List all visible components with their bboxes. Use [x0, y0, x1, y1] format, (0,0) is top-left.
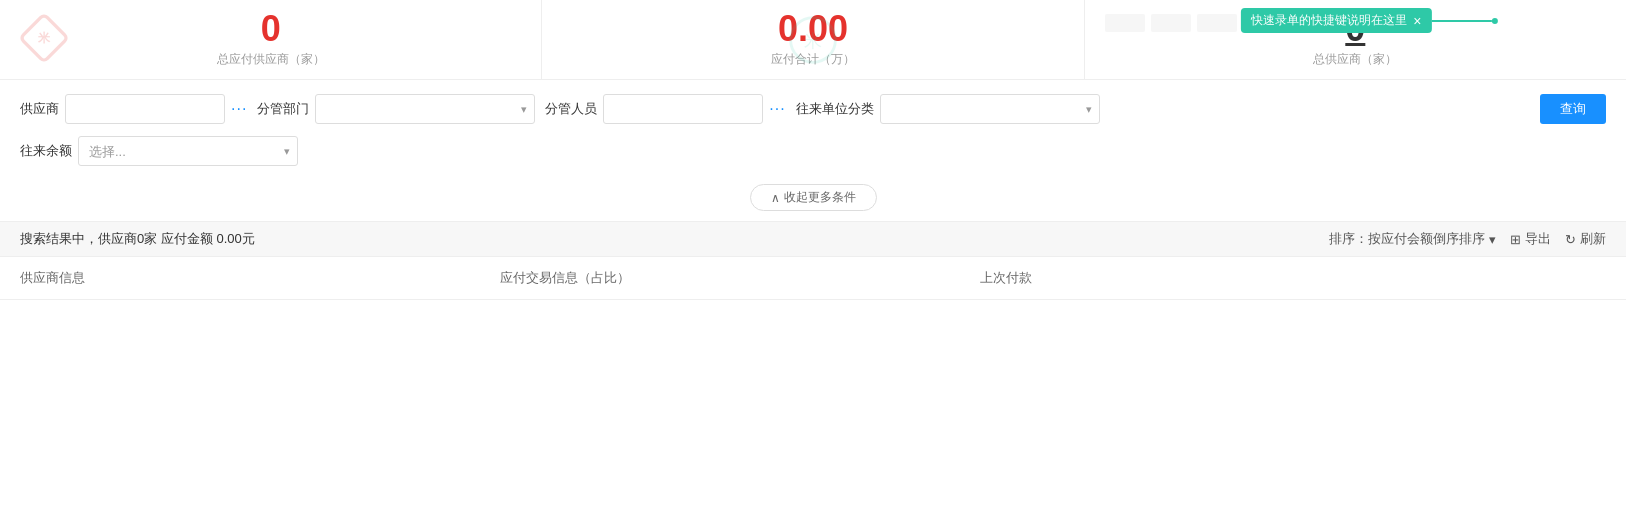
- person-input[interactable]: [603, 94, 763, 124]
- refresh-label: 刷新: [1580, 230, 1606, 248]
- total-payable-vendors-value: 0: [261, 11, 281, 47]
- results-bar: 搜索结果中，供应商0家 应付金额 0.00元 排序：按应付会额倒序排序 ▾ ⊞ …: [0, 222, 1626, 257]
- col-header-last-pay: 上次付款: [980, 269, 1606, 287]
- table-header: 供应商信息 应付交易信息（占比） 上次付款: [0, 257, 1626, 300]
- collapse-button[interactable]: ∧ 收起更多条件: [750, 184, 877, 211]
- results-info: 搜索结果中，供应商0家 应付金额 0.00元: [20, 230, 255, 248]
- stats-bar: 米 0 总应付供应商（家） 米 0.00 应付合计（万） 快速录单的快捷键说明在…: [0, 0, 1626, 80]
- balance-label: 往来余额: [20, 142, 72, 160]
- col-header-supplier: 供应商信息: [20, 269, 500, 287]
- table-body: [0, 300, 1626, 515]
- tooltip-close-btn[interactable]: ×: [1413, 14, 1421, 28]
- unit-class-select-wrapper: ▾: [880, 94, 1100, 124]
- dept-select-wrapper: ▾: [315, 94, 535, 124]
- person-label: 分管人员: [545, 100, 597, 118]
- filter-area: 供应商 ··· 分管部门 ▾ 分管人员 ··· 往来单位分类: [0, 80, 1626, 222]
- balance-field: 往来余额 选择... ▾: [20, 136, 298, 166]
- stat-total-vendors: 快速录单的快捷键说明在这里 × 0 总供应商（家）: [1085, 0, 1626, 79]
- sort-label: 排序：按应付会额倒序排序: [1329, 230, 1485, 248]
- supplier-more-btn[interactable]: ···: [231, 100, 247, 118]
- col-header-payable: 应付交易信息（占比）: [500, 269, 980, 287]
- total-payable-vendors-label: 总应付供应商（家）: [217, 51, 325, 68]
- unit-class-select[interactable]: [880, 94, 1100, 124]
- dept-field: 分管部门 ▾: [257, 94, 535, 124]
- person-field: 分管人员 ···: [545, 94, 785, 124]
- svg-text:米: 米: [37, 31, 51, 45]
- refresh-button[interactable]: ↻ 刷新: [1565, 230, 1606, 248]
- sort-button[interactable]: 排序：按应付会额倒序排序 ▾: [1329, 230, 1496, 248]
- sort-chevron-icon: ▾: [1489, 232, 1496, 247]
- collapse-label: 收起更多条件: [784, 189, 856, 206]
- supplier-field: 供应商 ···: [20, 94, 247, 124]
- svg-text:米: 米: [804, 30, 822, 50]
- refresh-icon: ↻: [1565, 232, 1576, 247]
- dept-label: 分管部门: [257, 100, 309, 118]
- export-icon: ⊞: [1510, 232, 1521, 247]
- export-button[interactable]: ⊞ 导出: [1510, 230, 1551, 248]
- unit-class-label: 往来单位分类: [796, 100, 874, 118]
- tooltip-bubble: 快速录单的快捷键说明在这里 ×: [1241, 8, 1431, 33]
- filter-row-1: 供应商 ··· 分管部门 ▾ 分管人员 ··· 往来单位分类: [20, 94, 1606, 124]
- query-button[interactable]: 查询: [1540, 94, 1606, 124]
- total-vendors-label: 总供应商（家）: [1313, 51, 1397, 68]
- dept-select[interactable]: [315, 94, 535, 124]
- results-actions: 排序：按应付会额倒序排序 ▾ ⊞ 导出 ↻ 刷新: [1329, 230, 1606, 248]
- supplier-label: 供应商: [20, 100, 59, 118]
- balance-select-wrapper: 选择... ▾: [78, 136, 298, 166]
- filter-row-2: 往来余额 选择... ▾: [20, 136, 1606, 166]
- unit-class-field: 往来单位分类 ▾: [796, 94, 1100, 124]
- tooltip-dot: [1489, 16, 1499, 26]
- collapse-up-icon: ∧: [771, 191, 780, 205]
- supplier-input[interactable]: [65, 94, 225, 124]
- stat-payable-total: 米 0.00 应付合计（万）: [542, 0, 1084, 79]
- tooltip-text: 快速录单的快捷键说明在这里: [1251, 12, 1407, 29]
- person-more-btn[interactable]: ···: [769, 100, 785, 118]
- logo-icon: 米: [16, 10, 72, 66]
- collapse-bar: ∧ 收起更多条件: [20, 178, 1606, 221]
- coin-icon: 米: [785, 12, 841, 68]
- stat-total-payable-vendors: 米 0 总应付供应商（家）: [0, 0, 542, 79]
- balance-select[interactable]: 选择...: [78, 136, 298, 166]
- export-label: 导出: [1525, 230, 1551, 248]
